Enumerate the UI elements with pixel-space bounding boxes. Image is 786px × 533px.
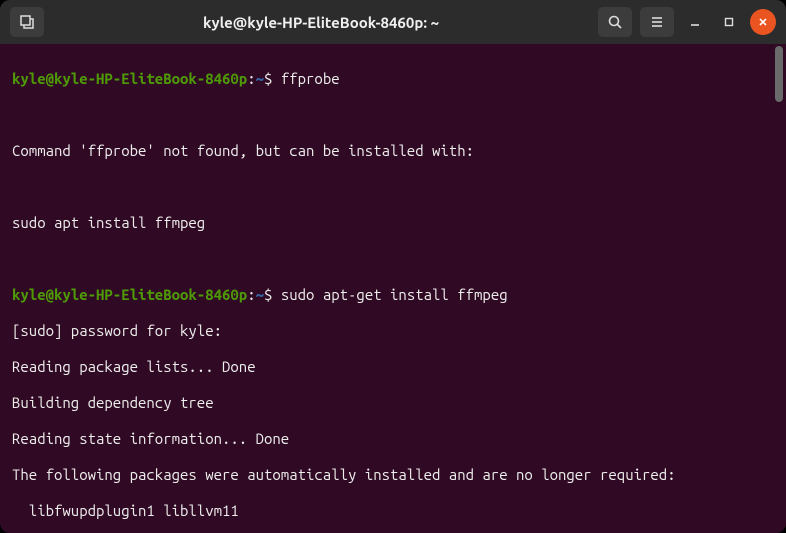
- output-line: Reading state information... Done: [12, 430, 774, 448]
- output-line: Reading package lists... Done: [12, 358, 774, 376]
- scrollbar[interactable]: [774, 44, 784, 533]
- titlebar: kyle@kyle-HP-EliteBook-8460p: ~: [0, 0, 786, 44]
- new-tab-icon: [19, 14, 35, 30]
- minimize-icon: [689, 16, 701, 28]
- terminal-window: kyle@kyle-HP-EliteBook-8460p: ~: [0, 0, 786, 533]
- output-line: Building dependency tree: [12, 394, 774, 412]
- prompt-path: ~: [256, 70, 264, 87]
- window-title: kyle@kyle-HP-EliteBook-8460p: ~: [50, 14, 592, 31]
- prompt-user: kyle@kyle-HP-EliteBook-8460p: [12, 286, 247, 303]
- search-button[interactable]: [598, 7, 632, 37]
- maximize-icon: [723, 16, 735, 28]
- search-icon: [607, 14, 623, 30]
- hamburger-icon: [649, 14, 665, 30]
- output-line: Command 'ffprobe' not found, but can be …: [12, 142, 774, 160]
- output-line: The following packages were automaticall…: [12, 466, 774, 484]
- command-1: ffprobe: [281, 70, 340, 87]
- new-tab-button[interactable]: [10, 7, 44, 37]
- output-line: libfwupdplugin1 libllvm11: [12, 502, 774, 520]
- close-icon: [757, 16, 769, 28]
- maximize-button[interactable]: [716, 9, 742, 35]
- prompt-path: ~: [256, 286, 264, 303]
- scrollbar-thumb[interactable]: [775, 46, 783, 102]
- minimize-button[interactable]: [682, 9, 708, 35]
- prompt-symbol: $: [264, 70, 272, 87]
- output-line: sudo apt install ffmpeg: [12, 214, 774, 232]
- command-2: sudo apt-get install ffmpeg: [281, 286, 508, 303]
- prompt-symbol: $: [264, 286, 272, 303]
- output-line: [sudo] password for kyle:: [12, 322, 774, 340]
- close-button[interactable]: [750, 9, 776, 35]
- menu-button[interactable]: [640, 7, 674, 37]
- terminal-content[interactable]: kyle@kyle-HP-EliteBook-8460p:~$ ffprobe …: [0, 44, 786, 533]
- prompt-user: kyle@kyle-HP-EliteBook-8460p: [12, 70, 247, 87]
